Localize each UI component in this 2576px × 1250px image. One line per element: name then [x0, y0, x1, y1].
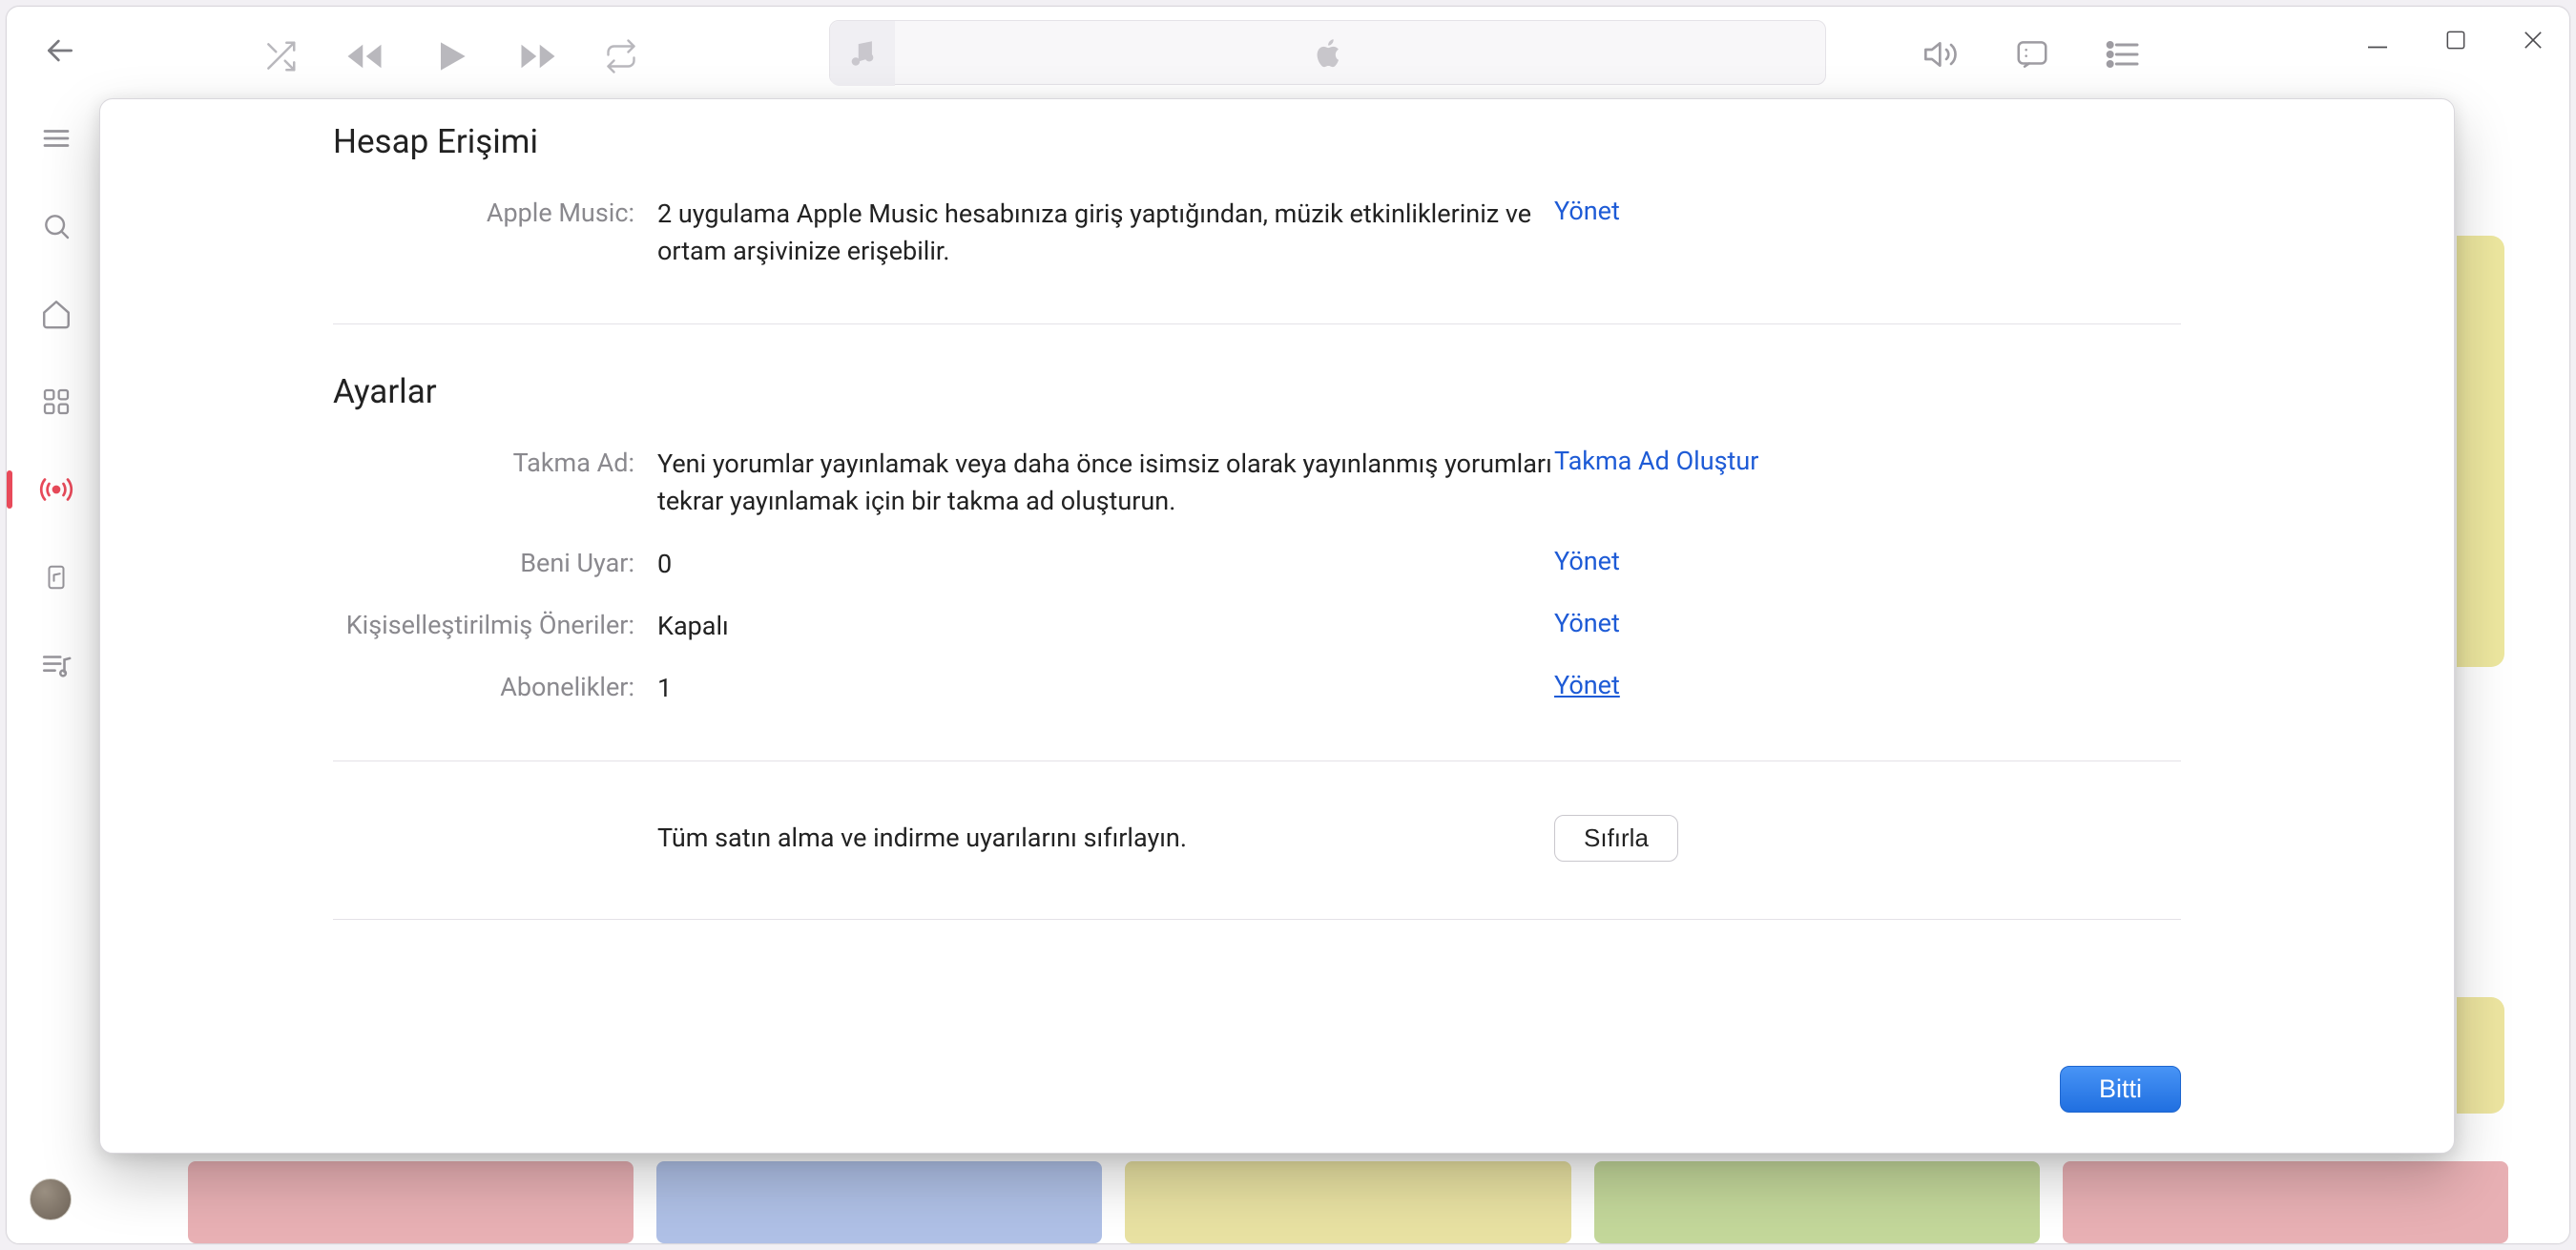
minimize-button[interactable] [2363, 26, 2392, 54]
background-tile [1594, 1161, 2040, 1243]
value-personalized: Kapalı [657, 608, 1554, 645]
search-icon [41, 211, 72, 241]
sidebar-toggle[interactable] [35, 117, 77, 159]
label-reset-empty [333, 837, 657, 839]
maximize-icon [2443, 28, 2468, 52]
section-title-account-access: Hesap Erişimi [333, 122, 2181, 161]
volume-button[interactable] [1922, 35, 1961, 73]
arrow-left-icon [41, 31, 79, 70]
playback-controls [262, 35, 638, 77]
row-warn-me: Beni Uyar: 0 Yönet [333, 540, 2181, 589]
background-tile [2063, 1161, 2508, 1243]
label-nickname: Takma Ad: [333, 446, 657, 478]
library-button[interactable] [35, 556, 77, 598]
title-bar [7, 7, 2569, 98]
now-playing-bar [829, 20, 1826, 85]
shuffle-icon [262, 38, 299, 74]
close-icon [2520, 27, 2546, 53]
row-apple-music: Apple Music: 2 uygulama Apple Music hesa… [333, 190, 2181, 276]
background-tile [2457, 997, 2504, 1114]
library-icon [42, 561, 71, 594]
row-reset: Tüm satın alma ve indirme uyarılarını sı… [333, 809, 2181, 867]
maximize-button[interactable] [2443, 28, 2468, 52]
browse-button[interactable] [35, 381, 77, 423]
queue-button[interactable] [2104, 35, 2142, 73]
label-subscriptions: Abonelikler: [333, 670, 657, 702]
toolbar-right [1922, 35, 2142, 73]
background-tile [656, 1161, 1102, 1243]
background-tile [188, 1161, 634, 1243]
playlist-icon [40, 649, 73, 681]
play-button[interactable] [430, 35, 472, 77]
background-tiles-row [188, 1161, 2508, 1243]
value-subscriptions: 1 [657, 670, 1554, 707]
create-nickname-link[interactable]: Takma Ad Oluştur [1554, 446, 1758, 476]
play-icon [430, 35, 472, 77]
manage-warn-link[interactable]: Yönet [1554, 546, 1620, 576]
home-icon [40, 298, 73, 330]
label-warn-me: Beni Uyar: [333, 546, 657, 578]
value-warn-me: 0 [657, 546, 1554, 583]
volume-icon [1922, 35, 1961, 73]
divider [333, 919, 2181, 920]
now-playing-artwork [830, 21, 895, 86]
label-personalized: Kişiselleştirilmiş Öneriler: [333, 608, 657, 640]
previous-button[interactable] [344, 36, 384, 76]
manage-subscriptions-link[interactable]: Yönet [1554, 670, 1620, 700]
home-button[interactable] [35, 293, 77, 335]
section-title-settings: Ayarlar [333, 372, 2181, 411]
reset-text: Tüm satın alma ve indirme uyarılarını sı… [657, 820, 1554, 857]
repeat-icon [604, 39, 638, 73]
done-button[interactable]: Bitti [2060, 1066, 2181, 1113]
repeat-button[interactable] [604, 39, 638, 73]
minimize-icon [2363, 26, 2392, 54]
row-personalized: Kişiselleştirilmiş Öneriler: Kapalı Yöne… [333, 602, 2181, 651]
divider [333, 323, 2181, 324]
grid-icon [41, 386, 72, 417]
sidebar [7, 98, 106, 1243]
list-icon [2104, 35, 2142, 73]
lyrics-button[interactable] [2014, 36, 2050, 73]
music-note-icon [846, 37, 879, 70]
next-button[interactable] [518, 36, 558, 76]
row-subscriptions: Abonelikler: 1 Yönet [333, 664, 2181, 713]
close-button[interactable] [2520, 27, 2546, 53]
reset-button[interactable]: Sıfırla [1554, 815, 1678, 862]
app-window: Hesap Erişimi Apple Music: 2 uygulama Ap… [6, 6, 2570, 1244]
menu-icon [39, 121, 73, 156]
search-button[interactable] [35, 205, 77, 247]
value-apple-music: 2 uygulama Apple Music hesabınıza giriş … [657, 196, 1554, 270]
user-avatar[interactable] [30, 1178, 72, 1220]
divider [333, 760, 2181, 761]
playlists-button[interactable] [35, 644, 77, 686]
previous-icon [344, 36, 384, 76]
lyrics-icon [2014, 36, 2050, 73]
background-tile [2457, 236, 2504, 667]
window-controls [2363, 26, 2546, 54]
row-nickname: Takma Ad: Yeni yorumlar yayınlamak veya … [333, 440, 2181, 526]
shuffle-button[interactable] [262, 38, 299, 74]
next-icon [518, 36, 558, 76]
back-button[interactable] [41, 31, 79, 70]
radio-icon [39, 472, 73, 507]
label-apple-music: Apple Music: [333, 196, 657, 228]
manage-apple-music-link[interactable]: Yönet [1554, 196, 1620, 226]
value-nickname: Yeni yorumlar yayınlamak veya daha önce … [657, 446, 1554, 520]
apple-logo-icon [1312, 36, 1344, 69]
radio-button[interactable] [35, 469, 77, 510]
background-tile [1125, 1161, 1570, 1243]
account-settings-modal: Hesap Erişimi Apple Music: 2 uygulama Ap… [99, 98, 2455, 1154]
manage-personalized-link[interactable]: Yönet [1554, 608, 1620, 638]
